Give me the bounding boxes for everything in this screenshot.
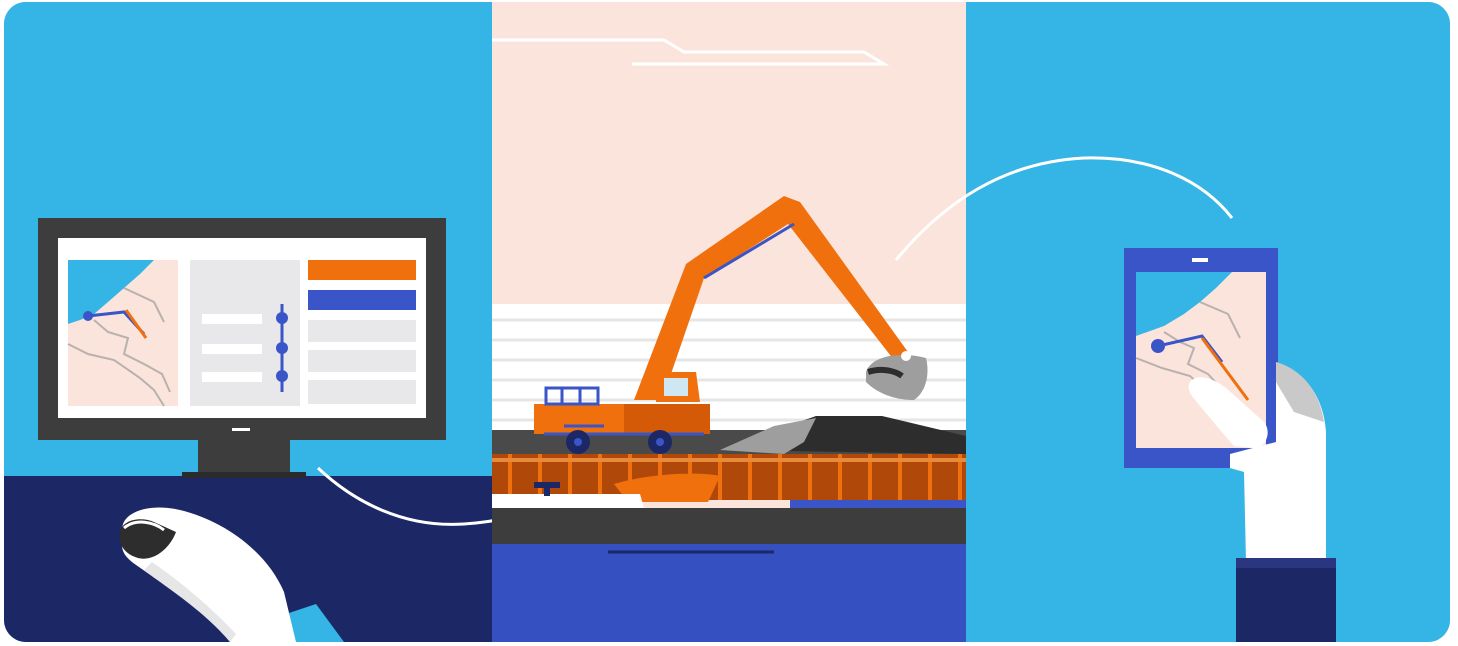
illustration-frame [4, 2, 1450, 642]
middle-panel [492, 2, 966, 642]
monitor-icon [38, 218, 446, 440]
map-icon [67, 260, 178, 407]
right-panel [894, 2, 1450, 642]
illustration-svg [4, 2, 1450, 642]
water [492, 544, 966, 642]
barge-icon [492, 454, 966, 508]
